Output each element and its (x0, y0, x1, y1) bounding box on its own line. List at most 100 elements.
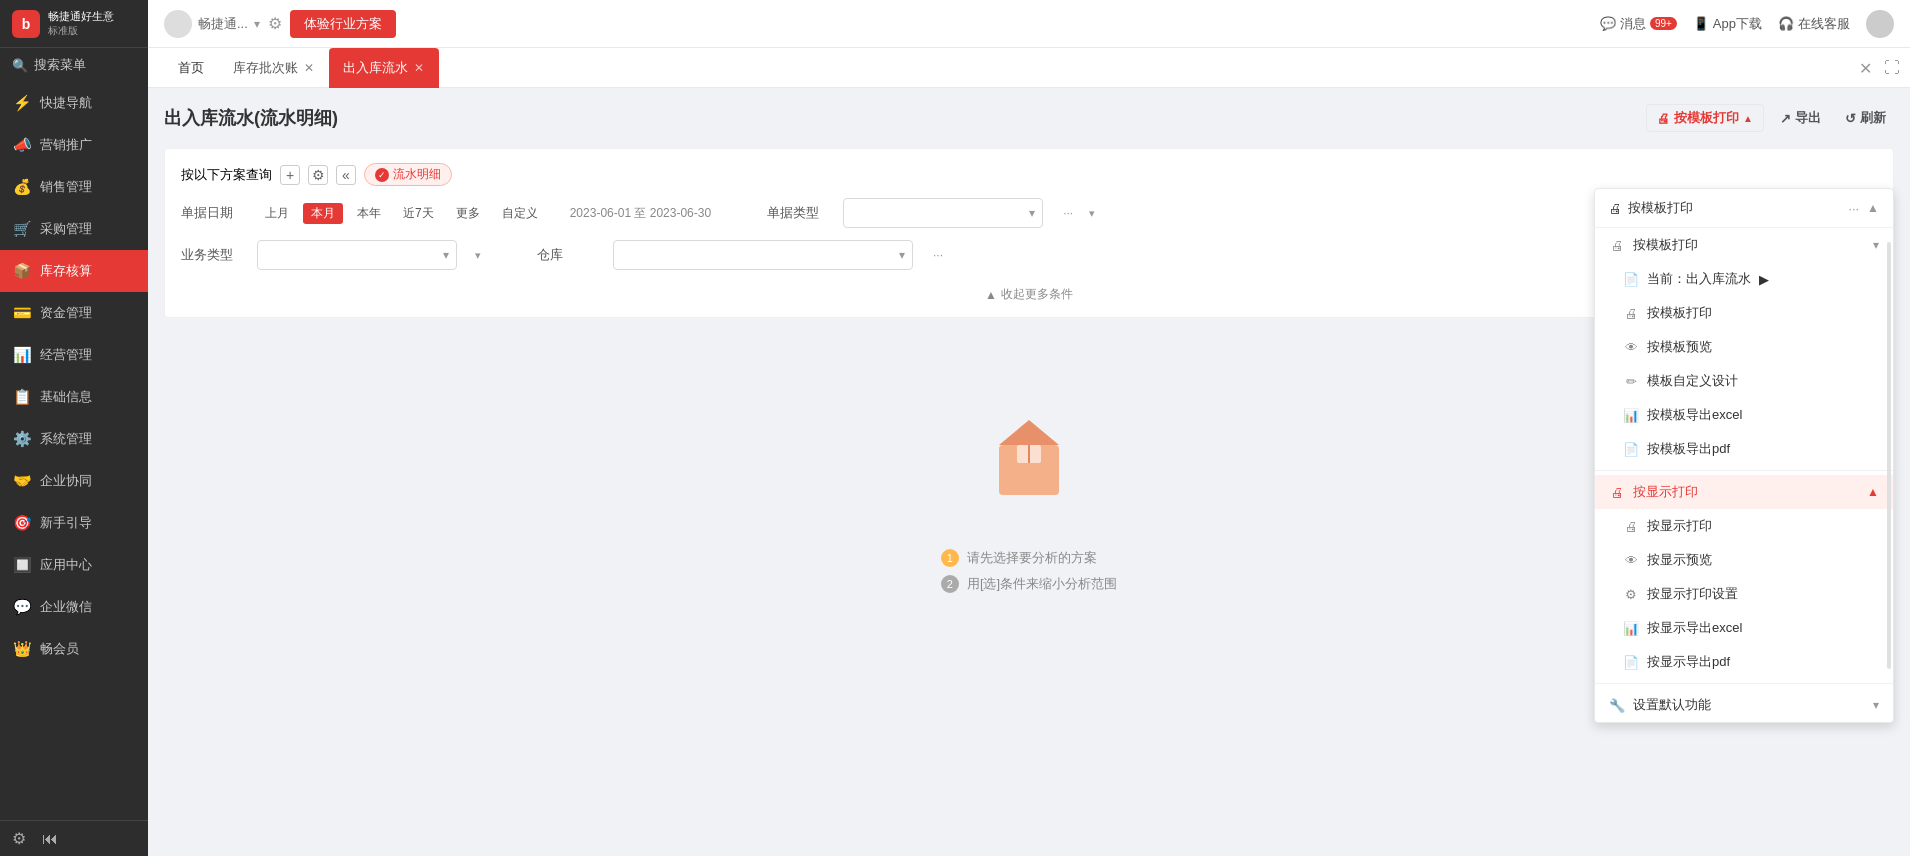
date-tab-more[interactable]: 更多 (448, 203, 488, 224)
warehouse-more-btn[interactable]: ··· (933, 248, 943, 262)
tab-close-flow[interactable]: ✕ (414, 61, 424, 75)
app-download-label: App下载 (1713, 15, 1762, 33)
voucher-type-select[interactable] (843, 198, 1043, 228)
current-icon: 📄 (1623, 271, 1639, 287)
collapse-up-icon: ▲ (985, 288, 997, 302)
print-dropdown-arrow: ▲ (1743, 113, 1753, 124)
sidebar-item-vip[interactable]: 👑 畅会员 (0, 628, 148, 670)
business-type-select[interactable] (257, 240, 457, 270)
date-tab-last-month[interactable]: 上月 (257, 203, 297, 224)
date-tab-7days[interactable]: 近7天 (395, 203, 442, 224)
search-menu-label: 搜索菜单 (34, 56, 86, 74)
tab-home[interactable]: 首页 (164, 48, 219, 88)
sidebar-item-finance[interactable]: 💳 资金管理 (0, 292, 148, 334)
refresh-icon: ↺ (1845, 111, 1856, 126)
page-title: 出入库流水(流水明细) (164, 106, 338, 130)
sidebar-item-basic[interactable]: 📋 基础信息 (0, 376, 148, 418)
dropdown-item-set-default[interactable]: 🔧 设置默认功能 ▾ (1595, 688, 1893, 722)
dropdown-up-arrow[interactable]: ▲ (1867, 201, 1879, 215)
voucher-more-btn[interactable]: ··· (1063, 206, 1073, 220)
dropdown-item-tmpl-custom[interactable]: ✏ 模板自定义设计 (1595, 364, 1893, 398)
tab-close-batch[interactable]: ✕ (304, 61, 314, 75)
sidebar-item-label: 库存核算 (40, 262, 92, 280)
tmpl-excel-label: 按模板导出excel (1647, 406, 1742, 424)
nav-list: ⚡ 快捷导航 📣 营销推广 💰 销售管理 🛒 采购管理 📦 库存核算 💳 资金管… (0, 82, 148, 820)
sidebar-item-guide[interactable]: 🎯 新手引导 (0, 502, 148, 544)
user-avatar-right[interactable] (1866, 10, 1894, 38)
sidebar-item-quick-nav[interactable]: ⚡ 快捷导航 (0, 82, 148, 124)
disp-settings-icon: ⚙ (1623, 586, 1639, 602)
tab-bar-right: ✕ ⛶ (1857, 56, 1902, 79)
tmpl-pdf-icon: 📄 (1623, 441, 1639, 457)
panel-scrollbar[interactable] (1887, 242, 1891, 668)
filter-tag-icon: ✓ (375, 168, 389, 182)
guide-icon: 🎯 (12, 513, 32, 533)
dropdown-item-tmpl-excel[interactable]: 📊 按模板导出excel (1595, 398, 1893, 432)
dropdown-ellipsis-icon[interactable]: ··· (1848, 201, 1859, 216)
sidebar-item-purchase[interactable]: 🛒 采购管理 (0, 208, 148, 250)
tab-flow[interactable]: 出入库流水 ✕ (329, 48, 439, 88)
sidebar-item-sales[interactable]: 💰 销售管理 (0, 166, 148, 208)
message-label: 消息 (1620, 15, 1646, 33)
header-gear-icon[interactable]: ⚙ (268, 14, 282, 33)
empty-step-2: 2 用[选]条件来缩小分析范围 (941, 575, 1117, 593)
warehouse-label: 仓库 (537, 246, 597, 264)
collapse-btn[interactable]: ▲ 收起更多条件 (985, 286, 1073, 303)
dropdown-item-disp-preview[interactable]: 👁 按显示预览 (1595, 543, 1893, 577)
svg-marker-1 (999, 420, 1059, 445)
disp-pdf-icon: 📄 (1623, 654, 1639, 670)
printer-icon: 🖨 (1657, 111, 1670, 126)
dropdown-item-tmpl-preview[interactable]: 👁 按模板预览 (1595, 330, 1893, 364)
dropdown-item-display-print-header[interactable]: 🖨 按显示打印 ▲ (1595, 475, 1893, 509)
sidebar-item-app-center[interactable]: 🔲 应用中心 (0, 544, 148, 586)
step-2-text: 用[选]条件来缩小分析范围 (967, 575, 1117, 593)
dropdown-item-template-print-header[interactable]: 🖨 按模板打印 ▾ (1595, 228, 1893, 262)
sidebar-item-inventory[interactable]: 📦 库存核算 (0, 250, 148, 292)
sidebar-item-system[interactable]: ⚙️ 系统管理 (0, 418, 148, 460)
online-service-action[interactable]: 🎧 在线客服 (1778, 15, 1850, 33)
collapse-icon[interactable]: ⏮ (42, 830, 58, 848)
sidebar-item-wecom[interactable]: 💬 企业微信 (0, 586, 148, 628)
tab-expand-icon[interactable]: ⛶ (1882, 56, 1902, 79)
tab-batch-account[interactable]: 库存批次账 ✕ (219, 48, 329, 88)
message-icon: 💬 (1600, 16, 1616, 31)
filter-add-btn[interactable]: + (280, 165, 300, 185)
sidebar-item-operation[interactable]: 📊 经营管理 (0, 334, 148, 376)
disp-preview-icon: 👁 (1623, 552, 1639, 568)
app-download-action[interactable]: 📱 App下载 (1693, 15, 1762, 33)
export-btn[interactable]: ↗ 导出 (1772, 105, 1829, 131)
wecom-icon: 💬 (12, 597, 32, 617)
message-action[interactable]: 💬 消息 99+ (1600, 15, 1677, 33)
template-print-btn[interactable]: 🖨 按模板打印 ▲ (1646, 104, 1764, 132)
filter-collapse-filter-btn[interactable]: « (336, 165, 356, 185)
date-tab-this-year[interactable]: 本年 (349, 203, 389, 224)
step-num-2: 2 (941, 575, 959, 593)
dropdown-item-disp-print[interactable]: 🖨 按显示打印 (1595, 509, 1893, 543)
dropdown-title: 🖨 按模板打印 (1609, 199, 1693, 217)
tab-close-all-icon[interactable]: ✕ (1857, 56, 1874, 79)
date-label: 单据日期 (181, 204, 241, 222)
dropdown-item-current[interactable]: 📄 当前：出入库流水 ▶ (1595, 262, 1893, 296)
user-info[interactable]: 畅捷通... ▾ (164, 10, 260, 38)
sidebar-item-cooperation[interactable]: 🤝 企业协同 (0, 460, 148, 502)
sidebar-item-marketing[interactable]: 📣 营销推广 (0, 124, 148, 166)
dropdown-item-disp-pdf[interactable]: 📄 按显示导出pdf (1595, 645, 1893, 679)
date-tab-this-month[interactable]: 本月 (303, 203, 343, 224)
settings-gear-icon[interactable]: ⚙ (12, 829, 26, 848)
dropdown-item-tmpl-print[interactable]: 🖨 按模板打印 (1595, 296, 1893, 330)
disp-settings-label: 按显示打印设置 (1647, 585, 1738, 603)
filter-settings-btn[interactable]: ⚙ (308, 165, 328, 185)
business-dropdown-icon: ▾ (475, 249, 481, 262)
search-menu[interactable]: 🔍 搜索菜单 (0, 48, 148, 82)
divider-1 (1595, 470, 1893, 471)
trial-btn[interactable]: 体验行业方案 (290, 10, 396, 38)
warehouse-input[interactable] (613, 240, 913, 270)
refresh-btn[interactable]: ↺ 刷新 (1837, 105, 1894, 131)
dropdown-item-disp-settings[interactable]: ⚙ 按显示打印设置 (1595, 577, 1893, 611)
divider-2 (1595, 683, 1893, 684)
filter-tag[interactable]: ✓ 流水明细 (364, 163, 452, 186)
dropdown-item-tmpl-pdf[interactable]: 📄 按模板导出pdf (1595, 432, 1893, 466)
date-tab-custom[interactable]: 自定义 (494, 203, 546, 224)
export-icon: ↗ (1780, 111, 1791, 126)
dropdown-item-disp-excel[interactable]: 📊 按显示导出excel (1595, 611, 1893, 645)
